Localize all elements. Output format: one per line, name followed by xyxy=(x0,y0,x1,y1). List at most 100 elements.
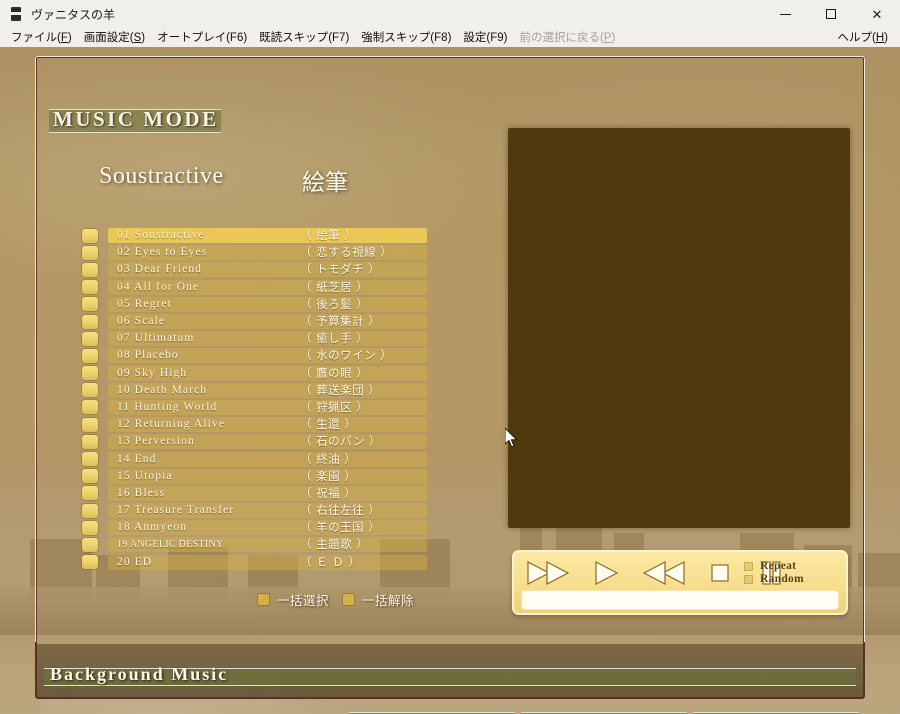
track-name: 16 Bless xyxy=(117,486,166,499)
track-checkbox[interactable] xyxy=(82,537,98,552)
track-row[interactable]: 02 Eyes to Eyes （ 恋する視線 ） xyxy=(82,244,427,261)
track-subtitle: （ 予算集計 ） xyxy=(300,314,381,329)
track-checkbox[interactable] xyxy=(82,331,98,346)
track-row-body[interactable]: 16 Bless （ 祝福 ） xyxy=(108,485,427,501)
track-row[interactable]: 18 Anmyeon （ 羊の王国 ） xyxy=(82,519,427,536)
track-checkbox[interactable] xyxy=(82,366,98,381)
menu-autoplay[interactable]: オートプレイ(F6) xyxy=(151,30,253,46)
random-label: Random xyxy=(760,572,804,585)
track-row-body[interactable]: 20 ED （ Ｅ Ｄ ） xyxy=(108,554,427,570)
track-row[interactable]: 20 ED （ Ｅ Ｄ ） xyxy=(82,554,427,571)
track-row[interactable]: 01 Soustractive （ 絵筆 ） xyxy=(82,227,427,244)
track-checkbox[interactable] xyxy=(82,262,98,277)
menu-bar: ファイル(F) 画面設定(S) オートプレイ(F6) 既読スキップ(F7) 強制… xyxy=(0,28,900,47)
select-all-button[interactable]: 一括選択 xyxy=(258,590,329,609)
track-checkbox[interactable] xyxy=(82,383,98,398)
track-row-body[interactable]: 15 Utopia （ 楽園 ） xyxy=(108,468,427,484)
track-row-body[interactable]: 19 ANGELIC DESTINY （ 主題歌 ） xyxy=(108,537,427,553)
track-row-body[interactable]: 12 Returning Alive （ 生還 ） xyxy=(108,417,427,433)
repeat-checkbox[interactable] xyxy=(744,561,753,571)
close-button[interactable]: ✕ xyxy=(854,0,900,28)
track-checkbox[interactable] xyxy=(82,503,98,518)
track-checkbox[interactable] xyxy=(82,434,98,449)
menu-read-skip[interactable]: 既読スキップ(F7) xyxy=(253,30,355,46)
playback-mode-labels: Repeat Random xyxy=(760,560,804,586)
track-row[interactable]: 04 All for One （ 紙芝居 ） xyxy=(82,279,427,296)
track-subtitle: （ 後ろ髪 ） xyxy=(300,296,369,311)
title-bar: ヴァニタスの羊 ✕ xyxy=(0,0,900,28)
track-row-body[interactable]: 07 Ultimatum （ 癒し手 ） xyxy=(108,331,427,347)
track-row[interactable]: 07 Ultimatum （ 癒し手 ） xyxy=(82,330,427,347)
track-row[interactable]: 09 Sky High （ 鷹の眼 ） xyxy=(82,365,427,382)
track-row[interactable]: 11 Hunting World （ 狩猟区 ） xyxy=(82,399,427,416)
track-checkbox[interactable] xyxy=(82,348,98,363)
minimize-button[interactable] xyxy=(762,0,808,28)
track-row[interactable]: 05 Regret （ 後ろ髪 ） xyxy=(82,296,427,313)
track-row-body[interactable]: 17 Treasure Transfer （ 右往左往 ） xyxy=(108,503,427,519)
track-checkbox[interactable] xyxy=(82,245,98,260)
track-row[interactable]: 12 Returning Alive （ 生還 ） xyxy=(82,416,427,433)
track-row[interactable]: 14 End （ 終油 ） xyxy=(82,450,427,467)
menu-settings[interactable]: 設定(F9) xyxy=(457,30,513,46)
application-window: ヴァニタスの羊 ✕ ファイル(F) 画面設定(S) オートプレイ(F6) 既読ス… xyxy=(0,0,900,714)
track-row-body[interactable]: 10 Death March （ 葬送楽団 ） xyxy=(108,382,427,398)
mode-title-container: MUSIC MODE xyxy=(49,107,221,135)
menu-file[interactable]: ファイル(F) xyxy=(5,30,78,46)
track-row-body[interactable]: 02 Eyes to Eyes （ 恋する視線 ） xyxy=(108,245,427,261)
track-checkbox[interactable] xyxy=(82,555,98,570)
track-checkbox[interactable] xyxy=(82,469,98,484)
menu-help[interactable]: ヘルプ(H) xyxy=(832,30,895,46)
menu-screen-settings[interactable]: 画面設定(S) xyxy=(78,30,151,46)
track-checkbox[interactable] xyxy=(82,228,98,243)
track-checkbox[interactable] xyxy=(82,297,98,312)
track-name: 15 Utopia xyxy=(117,469,173,482)
track-row-body[interactable]: 04 All for One （ 紙芝居 ） xyxy=(108,279,427,295)
play-icon xyxy=(591,560,621,586)
maximize-button[interactable] xyxy=(808,0,854,28)
deselect-all-button[interactable]: 一括解除 xyxy=(343,590,414,609)
track-row[interactable]: 08 Placebo （ 水のワイン ） xyxy=(82,347,427,364)
select-all-checkbox-icon[interactable] xyxy=(258,594,269,605)
track-row-body[interactable]: 09 Sky High （ 鷹の眼 ） xyxy=(108,365,427,381)
track-checkbox[interactable] xyxy=(82,520,98,535)
page-title: MUSIC MODE xyxy=(53,107,219,131)
track-row[interactable]: 13 Perversion （ 石のパン ） xyxy=(82,433,427,450)
track-row-body[interactable]: 05 Regret （ 後ろ髪 ） xyxy=(108,296,427,312)
deselect-all-checkbox-icon[interactable] xyxy=(343,594,355,605)
track-subtitle: （ 水のワイン ） xyxy=(300,348,393,363)
track-row-body[interactable]: 03 Dear Friend （ トモダチ ） xyxy=(108,262,427,278)
stop-button[interactable] xyxy=(694,557,746,588)
track-row-body[interactable]: 11 Hunting World （ 狩猟区 ） xyxy=(108,399,427,415)
track-checkbox[interactable] xyxy=(82,314,98,329)
random-checkbox[interactable] xyxy=(744,574,753,584)
track-row-body[interactable]: 06 Scale （ 予算集計 ） xyxy=(108,314,427,330)
track-row-body[interactable]: 01 Soustractive （ 絵筆 ） xyxy=(108,228,427,244)
track-name: 17 Treasure Transfer xyxy=(117,504,235,517)
track-row[interactable]: 15 Utopia （ 楽園 ） xyxy=(82,468,427,485)
track-row-body[interactable]: 14 End （ 終油 ） xyxy=(108,451,427,467)
track-checkbox[interactable] xyxy=(82,452,98,467)
track-row[interactable]: 06 Scale （ 予算集計 ） xyxy=(82,313,427,330)
track-checkbox[interactable] xyxy=(82,280,98,295)
track-checkbox[interactable] xyxy=(82,417,98,432)
track-subtitle: （ 石のパン ） xyxy=(300,434,381,449)
track-row[interactable]: 10 Death March （ 葬送楽団 ） xyxy=(82,382,427,399)
track-checkbox[interactable] xyxy=(82,486,98,501)
next-button[interactable] xyxy=(518,557,578,588)
play-button[interactable] xyxy=(578,557,634,588)
track-subtitle: （ 終油 ） xyxy=(300,451,357,466)
track-row-body[interactable]: 18 Anmyeon （ 羊の王国 ） xyxy=(108,520,427,536)
track-checkbox[interactable] xyxy=(82,400,98,415)
menu-force-skip[interactable]: 強制スキップ(F8) xyxy=(355,30,457,46)
track-row[interactable]: 03 Dear Friend （ トモダチ ） xyxy=(82,261,427,278)
track-row-body[interactable]: 13 Perversion （ 石のパン ） xyxy=(108,434,427,450)
previous-button[interactable] xyxy=(634,557,694,588)
repeat-label: Repeat xyxy=(760,559,797,572)
rewind-icon xyxy=(641,560,687,586)
track-row-body[interactable]: 08 Placebo （ 水のワイン ） xyxy=(108,348,427,364)
track-row[interactable]: 16 Bless （ 祝福 ） xyxy=(82,485,427,502)
track-row[interactable]: 17 Treasure Transfer （ 右往左往 ） xyxy=(82,502,427,519)
seek-bar[interactable] xyxy=(521,590,839,610)
track-row[interactable]: 19 ANGELIC DESTINY （ 主題歌 ） xyxy=(82,536,427,553)
track-name: 08 Placebo xyxy=(117,349,179,362)
